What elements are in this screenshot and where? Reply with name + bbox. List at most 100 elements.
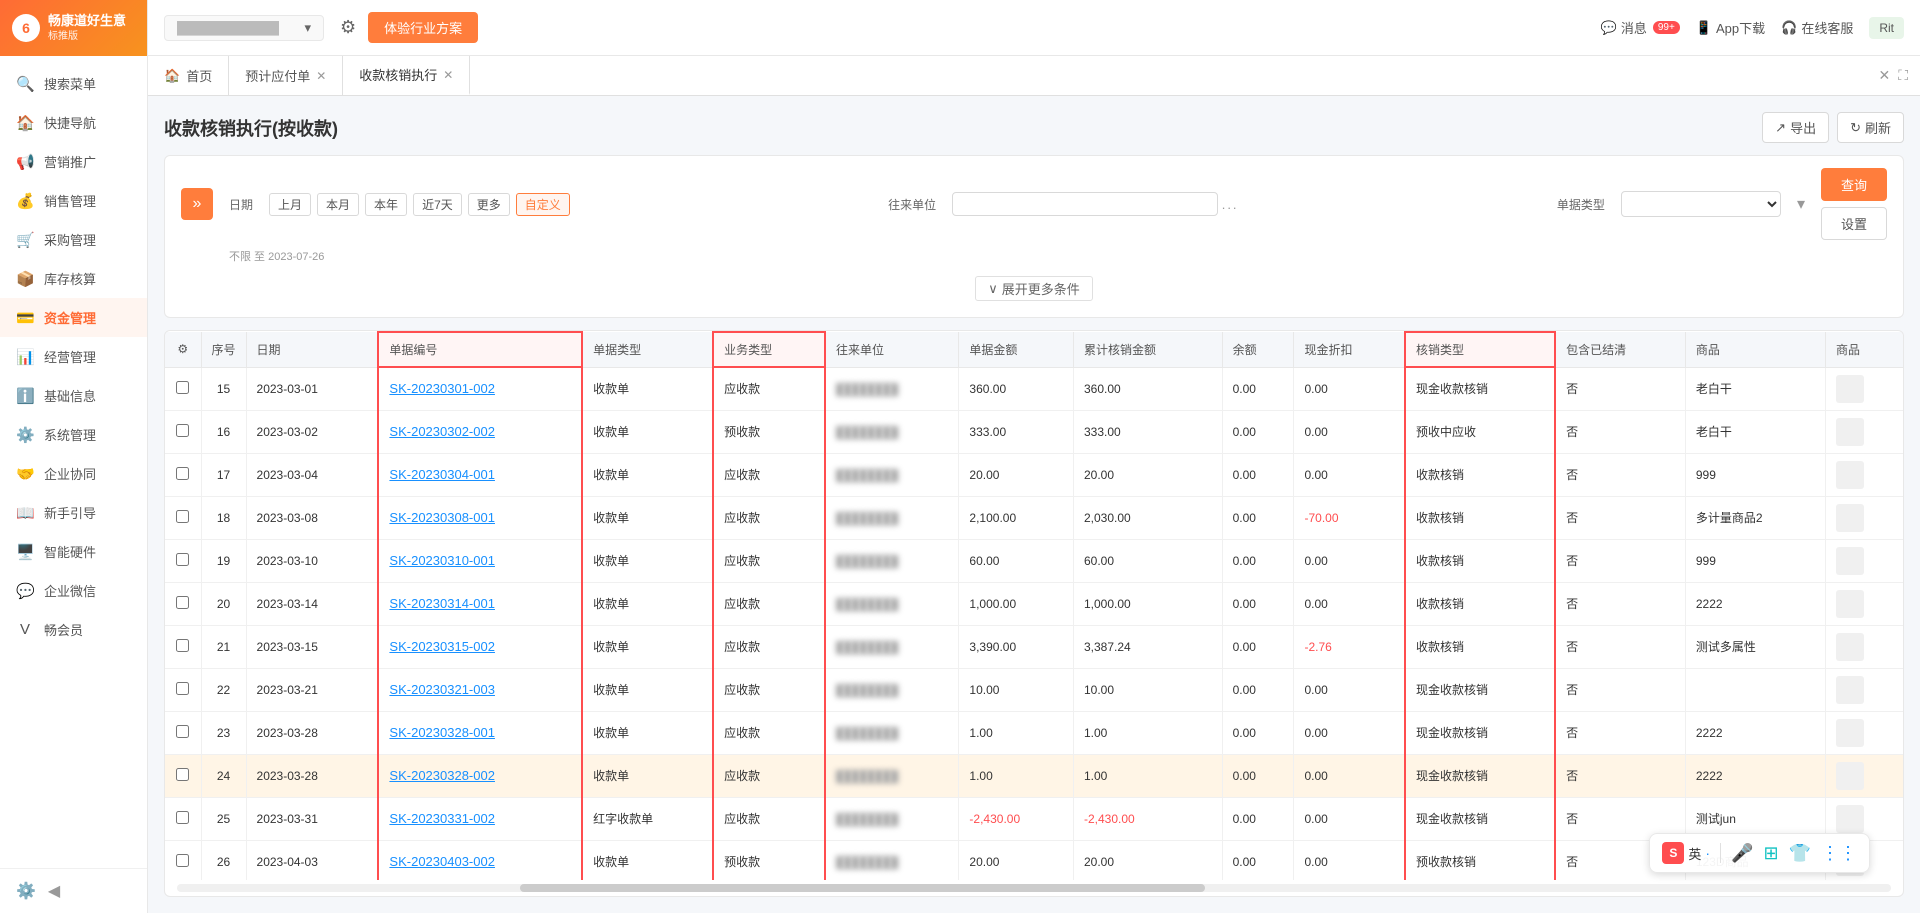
float-mic-icon[interactable]: 🎤 — [1731, 843, 1753, 864]
date-this-year[interactable]: 本年 — [365, 193, 407, 216]
cell-checkbox[interactable] — [165, 797, 201, 840]
float-shirt-icon[interactable]: 👕 — [1789, 843, 1811, 864]
cell-checkbox[interactable] — [165, 410, 201, 453]
sidebar-icon-basic: ℹ️ — [16, 387, 34, 405]
query-button[interactable]: 查询 — [1821, 168, 1887, 201]
cell-bill-no[interactable]: SK-20230314-001 — [378, 582, 582, 625]
service-action[interactable]: 🎧 在线客服 — [1781, 18, 1853, 37]
collapse-icon[interactable]: ◀ — [48, 881, 60, 901]
user-badge[interactable]: Rit — [1869, 17, 1904, 39]
solution-button[interactable]: 体验行业方案 — [368, 12, 478, 43]
expand-more-btn[interactable]: ∨ 展开更多条件 — [975, 276, 1093, 301]
float-grid-icon[interactable]: ⊞ — [1763, 843, 1778, 864]
cell-bill-no[interactable]: SK-20230328-002 — [378, 754, 582, 797]
table-row: 20 2023-03-14 SK-20230314-001 收款单 应收款 ██… — [165, 582, 1903, 625]
settings-button[interactable]: 设置 — [1821, 207, 1887, 240]
tab-collection-exec[interactable]: 收款核销执行 ✕ — [343, 56, 470, 95]
cell-bill-no[interactable]: SK-20230304-001 — [378, 453, 582, 496]
cell-balance: 0.00 — [1222, 797, 1294, 840]
cell-bill-amount: 20.00 — [959, 453, 1074, 496]
date-last-7days[interactable]: 近7天 — [413, 193, 462, 216]
refresh-button[interactable]: ↻ 刷新 — [1837, 112, 1904, 143]
messages-action[interactable]: 💬 消息 99+ — [1601, 18, 1680, 37]
sidebar-item-funds[interactable]: 💳资金管理 — [0, 298, 147, 337]
cell-bill-no[interactable]: SK-20230310-001 — [378, 539, 582, 582]
filter-expand-toggle[interactable]: » — [181, 188, 213, 220]
cell-bill-no[interactable]: SK-20230308-001 — [378, 496, 582, 539]
tab-collection-close[interactable]: ✕ — [443, 68, 453, 82]
sidebar: 6 畅康道好生意 标推版 🔍搜索菜单🏠快捷导航📢营销推广💰销售管理🛒采购管理📦库… — [0, 0, 148, 913]
sidebar-item-inventory[interactable]: 📦库存核算 — [0, 259, 147, 298]
sidebar-item-quick-nav[interactable]: 🏠快捷导航 — [0, 103, 147, 142]
bill-type-select[interactable] — [1621, 191, 1781, 217]
sidebar-item-wechat[interactable]: 💬企业微信 — [0, 571, 147, 610]
tab-pre-payables-close[interactable]: ✕ — [316, 69, 326, 83]
sidebar-item-basic[interactable]: ℹ️基础信息 — [0, 376, 147, 415]
tab-pre-payables[interactable]: 预计应付单 ✕ — [229, 56, 343, 95]
topbar-gear-icon[interactable]: ⚙ — [340, 17, 356, 38]
topbar-dropdown[interactable]: ████████████ ▾ — [164, 15, 324, 41]
expand-row: ∨ 展开更多条件 — [181, 272, 1887, 305]
cell-bill-no[interactable]: SK-20230331-002 — [378, 797, 582, 840]
col-settings[interactable]: ⚙ — [165, 332, 201, 367]
tab-home[interactable]: 🏠 首页 — [148, 56, 229, 95]
app-download-action[interactable]: 📱 App下载 — [1696, 18, 1765, 37]
cell-bill-no[interactable]: SK-20230301-002 — [378, 367, 582, 410]
sidebar-icon-inventory: 📦 — [16, 270, 34, 288]
cell-no: 21 — [201, 625, 246, 668]
service-label: 在线客服 — [1801, 18, 1853, 37]
horizontal-scrollbar[interactable] — [177, 884, 1891, 892]
cell-checkbox[interactable] — [165, 367, 201, 410]
cell-checkbox[interactable] — [165, 539, 201, 582]
cell-writeoff-type: 现金收款核销 — [1405, 711, 1555, 754]
date-more[interactable]: 更多 — [468, 193, 510, 216]
date-custom[interactable]: 自定义 — [516, 193, 570, 216]
filter-row-1: » 日期 上月 本月 本年 近7天 更多 自定义 往来单位 ... — [181, 168, 1887, 240]
cell-checkbox[interactable] — [165, 625, 201, 668]
cell-checkbox[interactable] — [165, 582, 201, 625]
table-row: 15 2023-03-01 SK-20230301-002 收款单 应收款 ██… — [165, 367, 1903, 410]
cell-bill-no[interactable]: SK-20230302-002 — [378, 410, 582, 453]
float-dot-icon: · — [1705, 845, 1710, 861]
sidebar-item-search[interactable]: 🔍搜索菜单 — [0, 64, 147, 103]
export-button[interactable]: ↗ 导出 — [1762, 112, 1829, 143]
app-label: App下载 — [1716, 18, 1765, 37]
sidebar-item-guide[interactable]: 📖新手引导 — [0, 493, 147, 532]
messages-badge: 99+ — [1653, 21, 1680, 34]
cell-total-writeoff: 1,000.00 — [1073, 582, 1222, 625]
sidebar-item-operations[interactable]: 📊经营管理 — [0, 337, 147, 376]
float-apps-icon[interactable]: ⋮⋮ — [1821, 843, 1857, 864]
date-last-month[interactable]: 上月 — [269, 193, 311, 216]
sidebar-item-marketing[interactable]: 📢营销推广 — [0, 142, 147, 181]
cell-checkbox[interactable] — [165, 840, 201, 880]
settings-icon[interactable]: ⚙️ — [16, 881, 36, 901]
sidebar-item-sales[interactable]: 💰销售管理 — [0, 181, 147, 220]
cell-writeoff-type: 预收款核销 — [1405, 840, 1555, 880]
cell-date: 2023-03-28 — [246, 711, 378, 754]
cell-bill-no[interactable]: SK-20230403-002 — [378, 840, 582, 880]
sidebar-item-hardware[interactable]: 🖥️智能硬件 — [0, 532, 147, 571]
cell-date: 2023-03-10 — [246, 539, 378, 582]
sidebar-item-enterprise[interactable]: 🤝企业协同 — [0, 454, 147, 493]
logo-sub: 标推版 — [48, 30, 126, 43]
sidebar-item-purchase[interactable]: 🛒采购管理 — [0, 220, 147, 259]
cell-bill-no[interactable]: SK-20230328-001 — [378, 711, 582, 754]
cell-checkbox[interactable] — [165, 453, 201, 496]
maximize-icon[interactable]: ⛶ — [1898, 67, 1908, 84]
cell-checkbox[interactable] — [165, 668, 201, 711]
partner-input[interactable] — [952, 192, 1218, 216]
cell-bill-no[interactable]: SK-20230321-003 — [378, 668, 582, 711]
sidebar-item-system[interactable]: ⚙️系统管理 — [0, 415, 147, 454]
cell-bill-amount: 1,000.00 — [959, 582, 1074, 625]
cell-biz-type: 应收款 — [713, 754, 825, 797]
cell-bill-amount: 60.00 — [959, 539, 1074, 582]
cell-checkbox[interactable] — [165, 496, 201, 539]
date-this-month[interactable]: 本月 — [317, 193, 359, 216]
cell-checkbox[interactable] — [165, 711, 201, 754]
cell-bill-no[interactable]: SK-20230315-002 — [378, 625, 582, 668]
cell-checkbox[interactable] — [165, 754, 201, 797]
sidebar-item-member[interactable]: V畅会员 — [0, 610, 147, 649]
cell-goods-img — [1825, 582, 1903, 625]
table-scroll[interactable]: ⚙ 序号 日期 单据编号 单据类型 业务类型 往来单位 单据金额 累计核销金额 … — [165, 331, 1903, 880]
close-window-icon[interactable]: ✕ — [1878, 67, 1890, 84]
